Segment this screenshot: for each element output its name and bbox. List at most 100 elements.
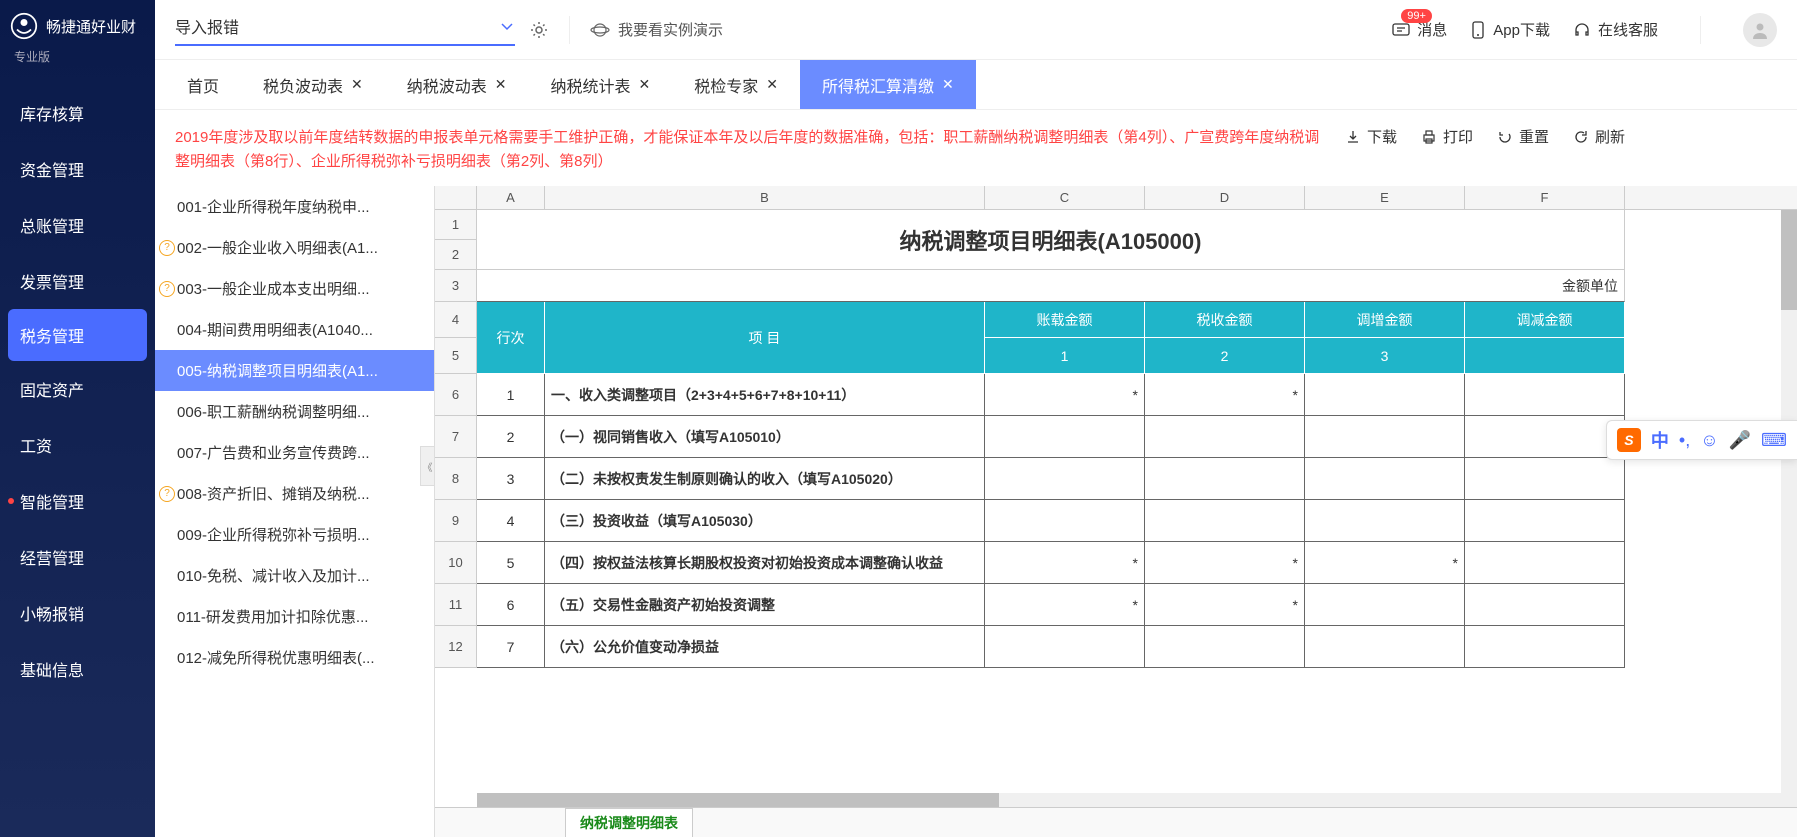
close-icon[interactable]: ✕ [351,76,363,93]
tab[interactable]: 纳税波动表✕ [385,60,529,109]
form-list-item[interactable]: 010-免税、减计收入及加计... [155,555,434,596]
cell[interactable]: 税收金额 [1145,302,1305,338]
row-header[interactable]: 7 [435,416,477,458]
form-list-item[interactable]: 011-研发费用加计扣除优惠... [155,596,434,637]
close-icon[interactable]: ✕ [766,76,778,93]
download-button[interactable]: 下载 [1345,126,1397,147]
cell[interactable]: * [1305,542,1465,584]
cell[interactable]: 调增金额 [1305,302,1465,338]
refresh-button[interactable]: 刷新 [1573,126,1625,147]
form-list-item[interactable]: 001-企业所得税年度纳税申... [155,186,434,227]
row-header[interactable]: 5 [435,338,477,374]
sidebar-item[interactable]: 资金管理 [0,141,155,197]
cell[interactable]: 3 [1305,338,1465,374]
cell[interactable]: 6 [477,584,545,626]
close-icon[interactable]: ✕ [495,76,507,93]
ime-punct-icon[interactable]: •, [1679,430,1690,451]
cell[interactable] [985,458,1145,500]
cell[interactable]: （三）投资收益（填写A105030） [545,500,985,542]
avatar[interactable] [1743,13,1777,47]
sheet-tab[interactable]: 纳税调整明细表 [565,808,693,837]
messages-button[interactable]: 消息 99+ [1391,19,1447,40]
form-list-item[interactable]: 002-一般企业收入明细表(A1... [155,227,434,268]
form-list-item[interactable]: 008-资产折旧、摊销及纳税... [155,473,434,514]
sidebar-item[interactable]: 固定资产 [0,361,155,417]
tab[interactable]: 纳税统计表✕ [529,60,673,109]
sidebar-item[interactable]: 小畅报销 [0,585,155,641]
cell[interactable]: 账载金额 [985,302,1145,338]
cell[interactable] [1305,458,1465,500]
cell[interactable] [1465,374,1625,416]
cell[interactable]: 项 目 [545,302,985,374]
cell[interactable]: * [985,374,1145,416]
form-list-item[interactable]: 003-一般企业成本支出明细... [155,268,434,309]
row-header[interactable]: 9 [435,500,477,542]
close-icon[interactable]: ✕ [942,76,954,93]
row-header[interactable]: 1 [435,210,477,240]
ime-lang[interactable]: 中 [1651,427,1669,453]
cell[interactable] [1465,338,1625,374]
row-header[interactable]: 3 [435,270,477,302]
cell[interactable] [985,416,1145,458]
cell[interactable] [1305,584,1465,626]
cell[interactable]: （二）未按权责发生制原则确认的收入（填写A105020） [545,458,985,500]
horizontal-scrollbar[interactable] [477,793,1781,807]
col-header-D[interactable]: D [1145,186,1305,209]
cell[interactable]: 7 [477,626,545,668]
cell[interactable]: * [1145,542,1305,584]
close-icon[interactable]: ✕ [639,76,651,93]
cell[interactable]: 金额单位 [477,270,1625,302]
cell[interactable] [1465,542,1625,584]
sidebar-item[interactable]: 发票管理 [0,253,155,309]
cell[interactable]: * [1145,374,1305,416]
sidebar-item[interactable]: 税务管理 [8,309,147,361]
cell[interactable] [1305,500,1465,542]
cell[interactable] [1305,626,1465,668]
ime-emoji-icon[interactable]: ☺ [1700,430,1718,451]
customer-service-button[interactable]: 在线客服 [1572,19,1658,40]
cell[interactable] [1145,500,1305,542]
ime-toolbar[interactable]: S 中 •, ☺ 🎤 ⌨ [1606,420,1797,460]
col-header-E[interactable]: E [1305,186,1465,209]
sidebar-item[interactable]: 经营管理 [0,529,155,585]
form-list-item[interactable]: 007-广告费和业务宣传费跨... [155,432,434,473]
cell[interactable]: 4 [477,500,545,542]
cell[interactable]: 5 [477,542,545,584]
tab[interactable]: 税检专家✕ [672,60,800,109]
cell[interactable]: （四）按权益法核算长期股权投资对初始投资成本调整确认收益 [545,542,985,584]
cell[interactable] [1465,626,1625,668]
cell[interactable] [1465,584,1625,626]
cell[interactable]: * [985,542,1145,584]
cell[interactable] [985,500,1145,542]
row-header[interactable]: 11 [435,584,477,626]
cell[interactable] [1305,416,1465,458]
ime-keyboard-icon[interactable]: ⌨ [1761,430,1787,451]
cell[interactable]: （五）交易性金融资产初始投资调整 [545,584,985,626]
cell[interactable] [1145,626,1305,668]
cell[interactable]: 1 [477,374,545,416]
collapse-handle[interactable]: 《 [420,446,434,486]
cell[interactable] [1145,458,1305,500]
col-header-C[interactable]: C [985,186,1145,209]
cell[interactable]: * [985,584,1145,626]
sidebar-item[interactable]: 工资 [0,417,155,473]
cell[interactable] [1465,500,1625,542]
ime-mic-icon[interactable]: 🎤 [1729,430,1751,451]
cell[interactable]: 1 [985,338,1145,374]
cell[interactable]: （六）公允价值变动净损益 [545,626,985,668]
row-header[interactable]: 4 [435,302,477,338]
cell[interactable]: 3 [477,458,545,500]
col-header-A[interactable]: A [477,186,545,209]
sidebar-item[interactable]: 智能管理 [0,473,155,529]
gear-icon[interactable] [529,20,549,40]
form-list-item[interactable]: 005-纳税调整项目明细表(A1... [155,350,434,391]
vertical-scrollbar[interactable] [1781,210,1797,807]
row-header[interactable]: 8 [435,458,477,500]
cell[interactable]: 2 [1145,338,1305,374]
row-header[interactable]: 10 [435,542,477,584]
row-header[interactable]: 6 [435,374,477,416]
cell[interactable]: （一）视同销售收入（填写A105010） [545,416,985,458]
app-download-button[interactable]: App下载 [1469,19,1550,40]
cell[interactable] [1145,416,1305,458]
cell[interactable]: 调减金额 [1465,302,1625,338]
